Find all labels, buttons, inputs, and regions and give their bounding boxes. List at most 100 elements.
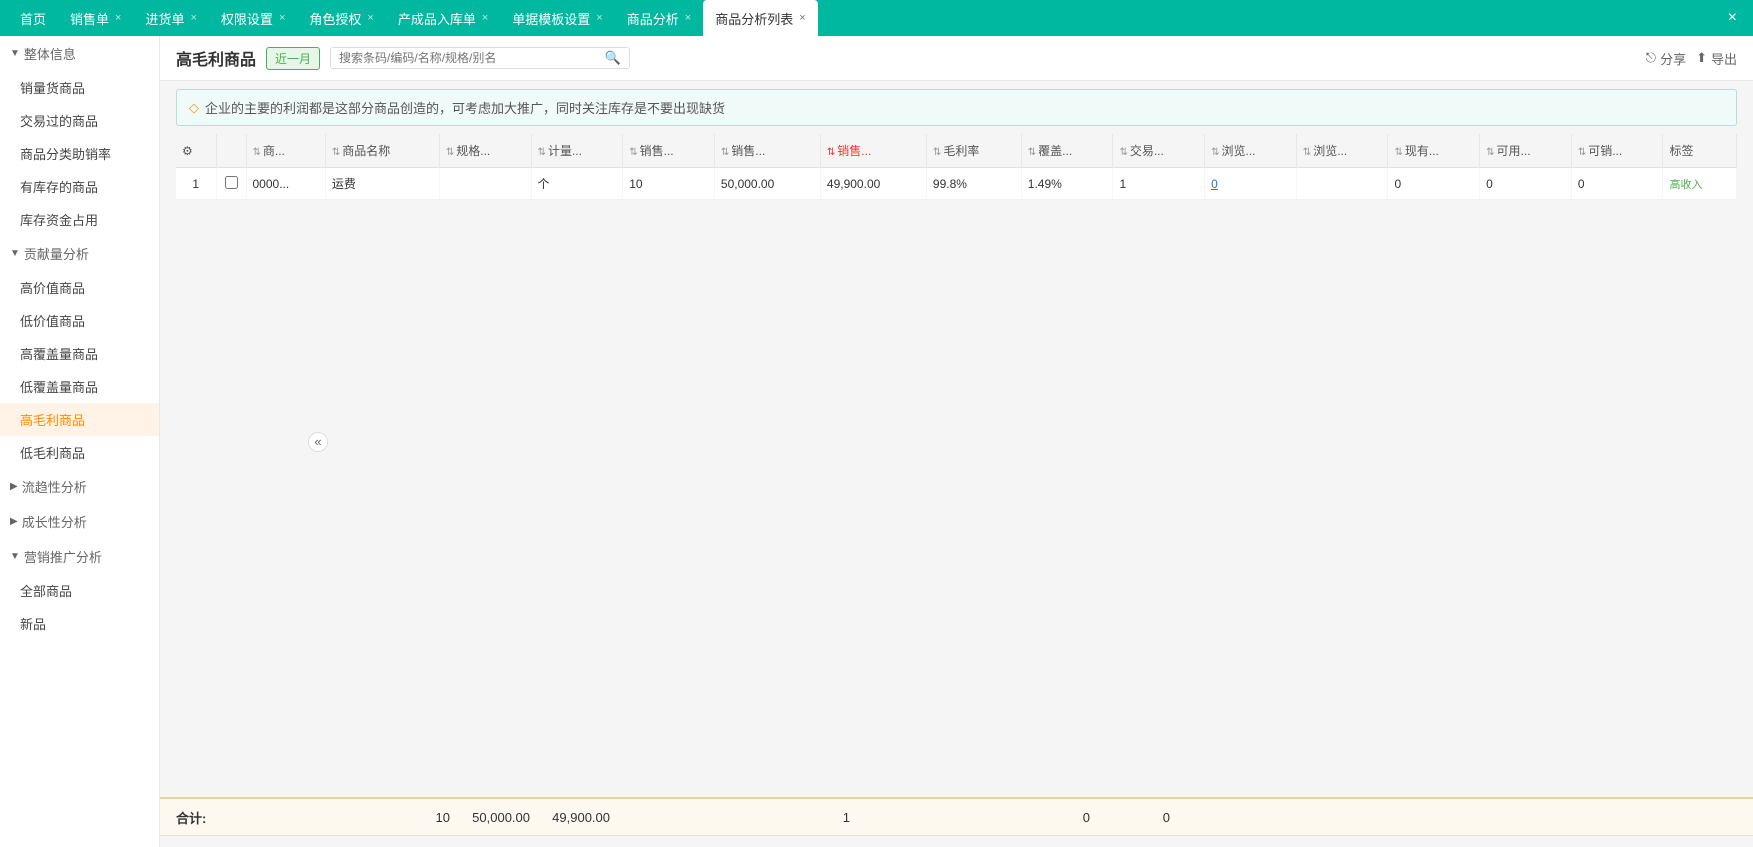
row-tag: 高收入 xyxy=(1663,168,1737,200)
data-table: ⚙ ⇅商... ⇅商品名称 ⇅规格... ⇅计量... ⇅销售... ⇅销售..… xyxy=(176,134,1737,200)
sidebar-item-category-assist[interactable]: 商品分类助销率 xyxy=(0,137,159,170)
close-sales-tab[interactable]: × xyxy=(115,12,121,24)
arrow-marketing: ▼ xyxy=(10,551,20,562)
info-banner: ◇ 企业的主要的利润都是这部分商品创造的，可考虑加大推广，同时关注库存是不要出现… xyxy=(176,89,1737,126)
window-close[interactable]: × xyxy=(1720,9,1745,27)
row-stock-salable: 0 xyxy=(1571,168,1663,200)
col-sales-amount[interactable]: ⇅销售... xyxy=(714,134,820,168)
sidebar-section-trend[interactable]: ▶ 流趋性分析 xyxy=(0,469,159,504)
sidebar-item-high-coverage[interactable]: 高覆盖量商品 xyxy=(0,337,159,370)
sidebar-wrapper: ▼ 整体信息 销量货商品 交易过的商品 商品分类助销率 有库存的商品 库存资金占… xyxy=(0,36,160,847)
row-view2 xyxy=(1296,168,1388,200)
sidebar-item-sales-goods[interactable]: 销量货商品 xyxy=(0,71,159,104)
arrow-contribution: ▼ xyxy=(10,248,20,259)
row-sales-profit: 49,900.00 xyxy=(820,168,926,200)
sidebar-item-stock-capital[interactable]: 库存资金占用 xyxy=(0,203,159,236)
close-analysis-tab[interactable]: × xyxy=(685,12,691,24)
col-stock-salable[interactable]: ⇅可销... xyxy=(1571,134,1663,168)
content-body: 高毛利商品 近一月 🔍 ⎋ 分享 ⬆ 导出 ◇ 企业的主要的利润都是这部分商品创… xyxy=(160,36,1753,847)
nav-analysis-list[interactable]: 商品分析列表 × xyxy=(703,0,817,36)
nav-home[interactable]: 首页 xyxy=(8,0,58,36)
sidebar: ▼ 整体信息 销量货商品 交易过的商品 商品分类助销率 有库存的商品 库存资金占… xyxy=(0,36,160,847)
footer-stock-current: 0 xyxy=(1016,810,1096,825)
export-button[interactable]: ⬆ 导出 xyxy=(1696,49,1737,68)
export-icon: ⬆ xyxy=(1696,50,1707,66)
time-filter-button[interactable]: 近一月 xyxy=(266,47,320,70)
col-code[interactable]: ⇅商... xyxy=(246,134,325,168)
col-view2[interactable]: ⇅浏览... xyxy=(1296,134,1388,168)
close-purchase-tab[interactable]: × xyxy=(190,12,196,24)
sidebar-item-traded-goods[interactable]: 交易过的商品 xyxy=(0,104,159,137)
col-unit[interactable]: ⇅计量... xyxy=(531,134,623,168)
arrow-growth: ▶ xyxy=(10,516,18,527)
header-actions: ⎋ 分享 ⬆ 导出 xyxy=(1646,49,1737,68)
close-inbound-tab[interactable]: × xyxy=(482,12,488,24)
nav-purchase[interactable]: 进货单 × xyxy=(133,0,208,36)
sidebar-item-low-value[interactable]: 低价值商品 xyxy=(0,304,159,337)
close-analysis-list-tab[interactable]: × xyxy=(799,12,805,24)
row-stock-available: 0 xyxy=(1480,168,1572,200)
arrow-trend: ▶ xyxy=(10,481,18,492)
nav-permissions[interactable]: 权限设置 × xyxy=(209,0,297,36)
row-view1[interactable]: 0 xyxy=(1205,168,1297,200)
sidebar-item-low-coverage[interactable]: 低覆盖量商品 xyxy=(0,370,159,403)
col-stock-current[interactable]: ⇅现有... xyxy=(1388,134,1480,168)
col-spec[interactable]: ⇅规格... xyxy=(439,134,531,168)
sidebar-section-contribution[interactable]: ▼ 贡献量分析 xyxy=(0,236,159,271)
nav-analysis[interactable]: 商品分析 × xyxy=(615,0,703,36)
table-row: 1 0000... 运费 个 10 50,000.00 49,900.00 99… xyxy=(176,168,1737,200)
row-stock-current: 0 xyxy=(1388,168,1480,200)
footer-gross-margin xyxy=(616,810,696,825)
bottom-scrollbar[interactable] xyxy=(160,835,1753,847)
arrow-overall: ▼ xyxy=(10,48,20,59)
search-icon[interactable]: 🔍 xyxy=(605,50,621,66)
sidebar-item-all-goods[interactable]: 全部商品 xyxy=(0,574,159,607)
nav-inbound[interactable]: 产成品入库单 × xyxy=(386,0,500,36)
col-trade[interactable]: ⇅交易... xyxy=(1113,134,1205,168)
main-layout: ▼ 整体信息 销量货商品 交易过的商品 商品分类助销率 有库存的商品 库存资金占… xyxy=(0,36,1753,847)
page-title: 高毛利商品 xyxy=(176,46,256,70)
nav-template[interactable]: 单据模板设置 × xyxy=(500,0,614,36)
search-input[interactable] xyxy=(339,51,605,65)
footer-stock-available: 0 xyxy=(1096,810,1176,825)
sidebar-item-instock-goods[interactable]: 有库存的商品 xyxy=(0,170,159,203)
share-button[interactable]: ⎋ 分享 xyxy=(1646,49,1686,68)
sidebar-item-new-goods[interactable]: 新品 xyxy=(0,607,159,640)
row-code: 0000... xyxy=(246,168,325,200)
top-nav: 首页 销售单 × 进货单 × 权限设置 × 角色授权 × 产成品入库单 × 单据… xyxy=(0,0,1753,36)
sidebar-item-low-margin[interactable]: 低毛利商品 xyxy=(0,436,159,469)
col-gross-margin[interactable]: ⇅毛利率 xyxy=(926,134,1021,168)
sidebar-item-high-value[interactable]: 高价值商品 xyxy=(0,271,159,304)
col-checkbox xyxy=(216,134,246,168)
footer-coverage xyxy=(696,810,776,825)
close-permissions-tab[interactable]: × xyxy=(279,12,285,24)
col-sales-profit[interactable]: ⇅销售... xyxy=(820,134,926,168)
sidebar-section-marketing[interactable]: ▼ 营销推广分析 xyxy=(0,539,159,574)
content-header: 高毛利商品 近一月 🔍 ⎋ 分享 ⬆ 导出 xyxy=(160,36,1753,81)
sidebar-section-growth[interactable]: ▶ 成长性分析 xyxy=(0,504,159,539)
footer-cols: 10 50,000.00 49,900.00 1 0 0 xyxy=(376,810,1176,825)
row-coverage: 1.49% xyxy=(1021,168,1113,200)
col-settings[interactable]: ⚙ xyxy=(176,134,216,168)
row-spec xyxy=(439,168,531,200)
close-template-tab[interactable]: × xyxy=(596,12,602,24)
row-sales-qty: 10 xyxy=(623,168,715,200)
sidebar-item-high-margin[interactable]: 高毛利商品 xyxy=(0,403,159,436)
row-name: 运费 xyxy=(325,168,439,200)
row-trade: 1 xyxy=(1113,168,1205,200)
col-sales-qty[interactable]: ⇅销售... xyxy=(623,134,715,168)
footer-sales-profit: 49,900.00 xyxy=(536,810,616,825)
nav-sales[interactable]: 销售单 × xyxy=(58,0,133,36)
col-coverage[interactable]: ⇅覆盖... xyxy=(1021,134,1113,168)
footer-sales-qty: 10 xyxy=(376,810,456,825)
sidebar-collapse-btn[interactable]: « xyxy=(308,432,328,452)
col-view1[interactable]: ⇅浏览... xyxy=(1205,134,1297,168)
table-wrapper: ⚙ ⇅商... ⇅商品名称 ⇅规格... ⇅计量... ⇅销售... ⇅销售..… xyxy=(176,134,1737,797)
row-checkbox[interactable] xyxy=(216,168,246,200)
col-stock-available[interactable]: ⇅可用... xyxy=(1480,134,1572,168)
close-roles-tab[interactable]: × xyxy=(367,12,373,24)
nav-roles[interactable]: 角色授权 × xyxy=(297,0,385,36)
sidebar-section-overall[interactable]: ▼ 整体信息 xyxy=(0,36,159,71)
col-name[interactable]: ⇅商品名称 xyxy=(325,134,439,168)
info-icon: ◇ xyxy=(189,100,199,116)
